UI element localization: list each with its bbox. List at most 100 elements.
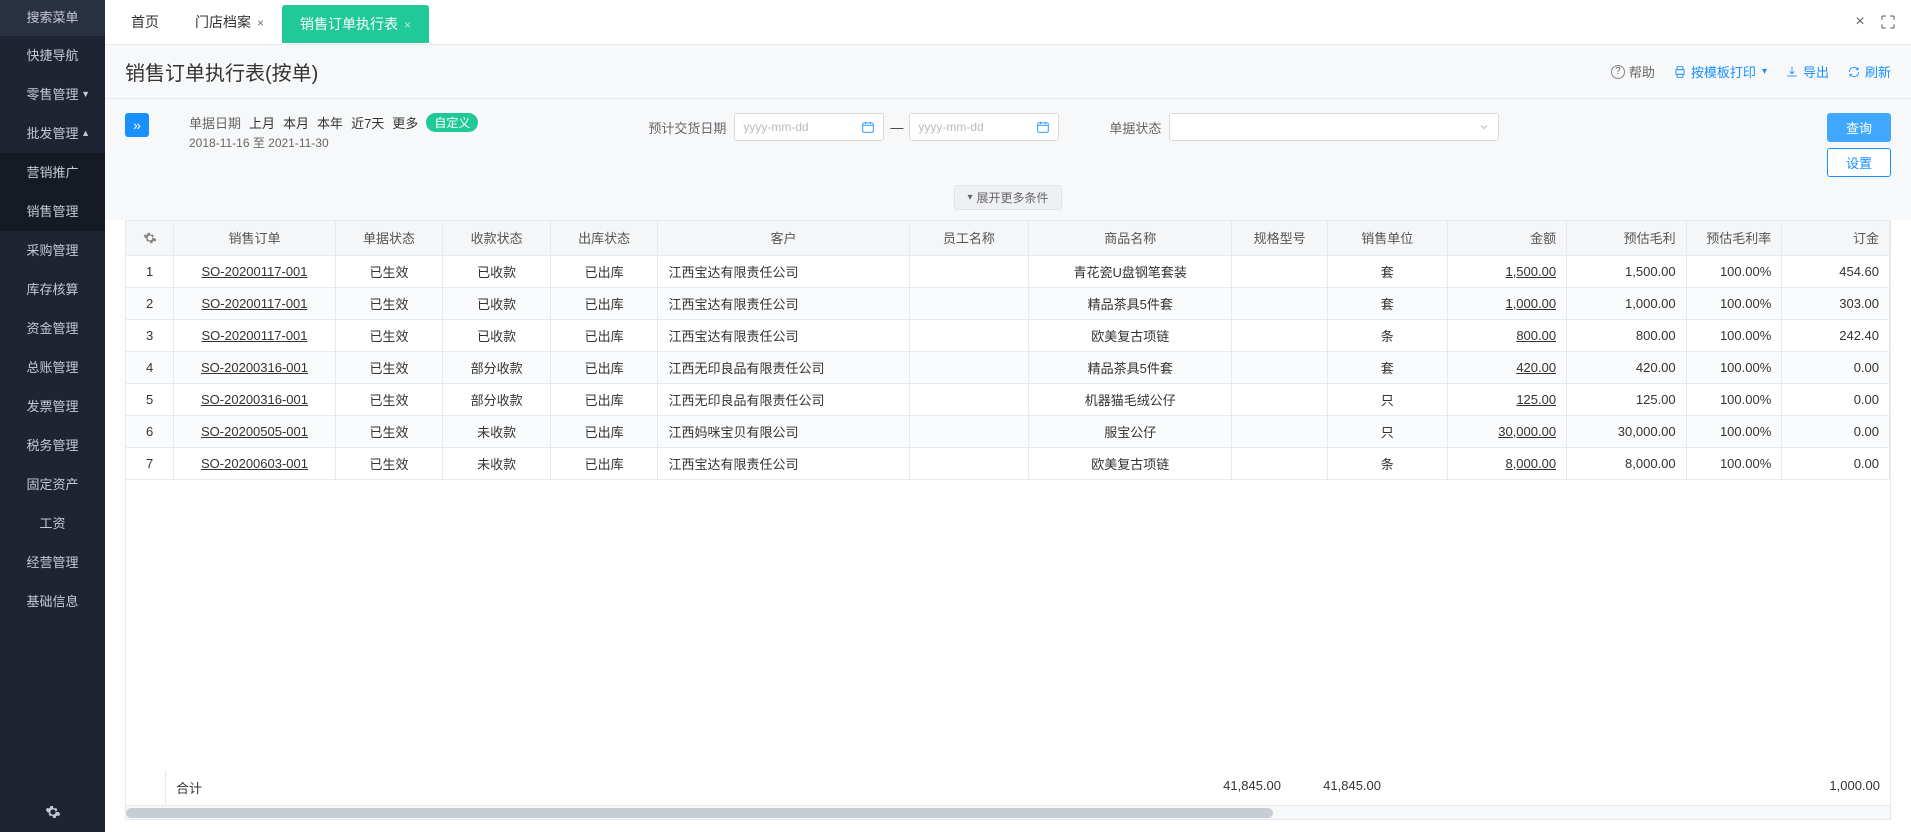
column-profit[interactable]: 预估毛利 bbox=[1567, 221, 1687, 255]
sidebar-item-finance[interactable]: 资金管理 bbox=[0, 309, 105, 348]
unit-cell: 套 bbox=[1327, 287, 1447, 319]
employee-cell bbox=[909, 287, 1029, 319]
table-scroll[interactable]: 销售订单 单据状态 收款状态 出库状态 客户 员工名称 商品名称 规格型号 销售… bbox=[125, 220, 1891, 770]
sidebar-item-label: 采购管理 bbox=[26, 243, 78, 258]
so-cell: SO-20200603-001 bbox=[174, 447, 335, 479]
profit-cell: 1,500.00 bbox=[1567, 255, 1687, 287]
preset-custom[interactable]: 自定义 bbox=[426, 113, 478, 132]
table-row[interactable]: 1SO-20200117-001已生效已收款已出库江西宝达有限责任公司青花瓷U盘… bbox=[126, 255, 1890, 287]
column-status[interactable]: 单据状态 bbox=[335, 221, 443, 255]
date-range-text: 2018-11-16 至 2021-11-30 bbox=[189, 134, 478, 151]
expand-filters-button[interactable]: ▾展开更多条件 bbox=[954, 185, 1061, 210]
chevron-down-icon: ▾ bbox=[1762, 66, 1767, 77]
tab-store-archive[interactable]: 门店档案× bbox=[177, 0, 282, 45]
sidebar-sub-sales[interactable]: 销售管理 bbox=[0, 192, 105, 231]
unit-cell: 套 bbox=[1327, 255, 1447, 287]
row-index: 2 bbox=[126, 287, 174, 319]
refresh-label: 刷新 bbox=[1865, 62, 1891, 81]
preset-last-month[interactable]: 上月 bbox=[249, 113, 275, 132]
column-unit[interactable]: 销售单位 bbox=[1327, 221, 1447, 255]
customer-cell: 江西宝达有限责任公司 bbox=[658, 255, 909, 287]
amount-link[interactable]: 1,500.00 bbox=[1505, 264, 1556, 279]
deposit-cell: 303.00 bbox=[1782, 287, 1890, 319]
collapse-filters-button[interactable]: » bbox=[125, 113, 149, 137]
preset-7days[interactable]: 近7天 bbox=[351, 113, 384, 132]
amount-link[interactable]: 420.00 bbox=[1516, 360, 1556, 375]
amount-link[interactable]: 30,000.00 bbox=[1498, 424, 1556, 439]
sidebar-item-salary[interactable]: 工资 bbox=[0, 504, 105, 543]
sidebar-item-retail[interactable]: 零售管理▼ bbox=[0, 75, 105, 114]
so-link[interactable]: SO-20200117-001 bbox=[202, 296, 308, 311]
column-product[interactable]: 商品名称 bbox=[1029, 221, 1232, 255]
placeholder-text: yyyy-mm-dd bbox=[743, 120, 808, 134]
sidebar-item-quicknav[interactable]: 快捷导航 bbox=[0, 36, 105, 75]
pay-cell: 部分收款 bbox=[443, 351, 551, 383]
rate-cell: 100.00% bbox=[1686, 447, 1782, 479]
column-rate[interactable]: 预估毛利率 bbox=[1686, 221, 1782, 255]
column-pay[interactable]: 收款状态 bbox=[443, 221, 551, 255]
table-row[interactable]: 2SO-20200117-001已生效已收款已出库江西宝达有限责任公司精品茶具5… bbox=[126, 287, 1890, 319]
amount-link[interactable]: 125.00 bbox=[1516, 392, 1556, 407]
preset-this-year[interactable]: 本年 bbox=[317, 113, 343, 132]
preset-more[interactable]: 更多 bbox=[392, 113, 418, 132]
so-link[interactable]: SO-20200505-001 bbox=[201, 424, 308, 439]
amount-link[interactable]: 1,000.00 bbox=[1505, 296, 1556, 311]
settings-button[interactable] bbox=[0, 792, 105, 832]
column-deposit[interactable]: 订金 bbox=[1782, 221, 1890, 255]
table-row[interactable]: 4SO-20200316-001已生效部分收款已出库江西无印良品有限责任公司精品… bbox=[126, 351, 1890, 383]
sidebar-item-gl[interactable]: 总账管理 bbox=[0, 348, 105, 387]
so-link[interactable]: SO-20200316-001 bbox=[201, 392, 308, 407]
amount-link[interactable]: 8,000.00 bbox=[1505, 456, 1556, 471]
table-row[interactable]: 7SO-20200603-001已生效未收款已出库江西宝达有限责任公司欧美复古项… bbox=[126, 447, 1890, 479]
sidebar-item-invoice[interactable]: 发票管理 bbox=[0, 387, 105, 426]
so-link[interactable]: SO-20200316-001 bbox=[201, 360, 308, 375]
tab-home[interactable]: 首页 bbox=[113, 0, 177, 45]
sidebar-item-biz[interactable]: 经营管理 bbox=[0, 543, 105, 582]
fullscreen-icon[interactable] bbox=[1879, 13, 1897, 31]
sidebar-item-purchase[interactable]: 采购管理 bbox=[0, 231, 105, 270]
sidebar-search[interactable]: 搜索菜单 bbox=[0, 0, 105, 36]
horizontal-scrollbar[interactable] bbox=[125, 806, 1891, 820]
spec-cell bbox=[1232, 447, 1328, 479]
sidebar-item-tax[interactable]: 税务管理 bbox=[0, 426, 105, 465]
table-row[interactable]: 6SO-20200505-001已生效未收款已出库江西妈咪宝贝有限公司服宝公仔只… bbox=[126, 415, 1890, 447]
so-link[interactable]: SO-20200603-001 bbox=[201, 456, 308, 471]
calendar-icon bbox=[861, 120, 875, 134]
tab-sales-order-exec[interactable]: 销售订单执行表× bbox=[282, 5, 429, 43]
help-button[interactable]: ?帮助 bbox=[1611, 62, 1655, 81]
close-icon[interactable]: × bbox=[404, 18, 411, 32]
column-so[interactable]: 销售订单 bbox=[174, 221, 335, 255]
so-link[interactable]: SO-20200117-001 bbox=[202, 328, 308, 343]
refresh-button[interactable]: 刷新 bbox=[1847, 62, 1891, 81]
sidebar-item-label: 基础信息 bbox=[26, 594, 78, 609]
table-row[interactable]: 5SO-20200316-001已生效部分收款已出库江西无印良品有限责任公司机器… bbox=[126, 383, 1890, 415]
query-button[interactable]: 查询 bbox=[1827, 113, 1891, 142]
column-out[interactable]: 出库状态 bbox=[550, 221, 658, 255]
close-all-tabs[interactable]: × bbox=[1849, 11, 1871, 33]
column-employee[interactable]: 员工名称 bbox=[909, 221, 1029, 255]
bill-status-select[interactable] bbox=[1169, 113, 1499, 141]
profit-cell: 1,000.00 bbox=[1567, 287, 1687, 319]
scrollbar-thumb[interactable] bbox=[126, 808, 1273, 818]
sidebar-item-wholesale[interactable]: 批发管理▲ bbox=[0, 114, 105, 153]
profit-cell: 8,000.00 bbox=[1567, 447, 1687, 479]
table-row[interactable]: 3SO-20200117-001已生效已收款已出库江西宝达有限责任公司欧美复古项… bbox=[126, 319, 1890, 351]
expected-date-from[interactable]: yyyy-mm-dd bbox=[734, 113, 884, 141]
so-link[interactable]: SO-20200117-001 bbox=[202, 264, 308, 279]
column-gear[interactable] bbox=[126, 221, 174, 255]
column-spec[interactable]: 规格型号 bbox=[1232, 221, 1328, 255]
employee-cell bbox=[909, 415, 1029, 447]
settings-filter-button[interactable]: 设置 bbox=[1827, 148, 1891, 177]
close-icon[interactable]: × bbox=[257, 16, 264, 30]
column-amount[interactable]: 金额 bbox=[1447, 221, 1567, 255]
expected-date-to[interactable]: yyyy-mm-dd bbox=[909, 113, 1059, 141]
sidebar-item-fixedasset[interactable]: 固定资产 bbox=[0, 465, 105, 504]
print-button[interactable]: 按模板打印▾ bbox=[1673, 62, 1767, 81]
export-button[interactable]: 导出 bbox=[1785, 62, 1829, 81]
amount-link[interactable]: 800.00 bbox=[1516, 328, 1556, 343]
column-customer[interactable]: 客户 bbox=[658, 221, 909, 255]
sidebar-item-basic[interactable]: 基础信息 bbox=[0, 582, 105, 621]
sidebar-sub-promo[interactable]: 营销推广 bbox=[0, 153, 105, 192]
preset-this-month[interactable]: 本月 bbox=[283, 113, 309, 132]
sidebar-item-inventory[interactable]: 库存核算 bbox=[0, 270, 105, 309]
